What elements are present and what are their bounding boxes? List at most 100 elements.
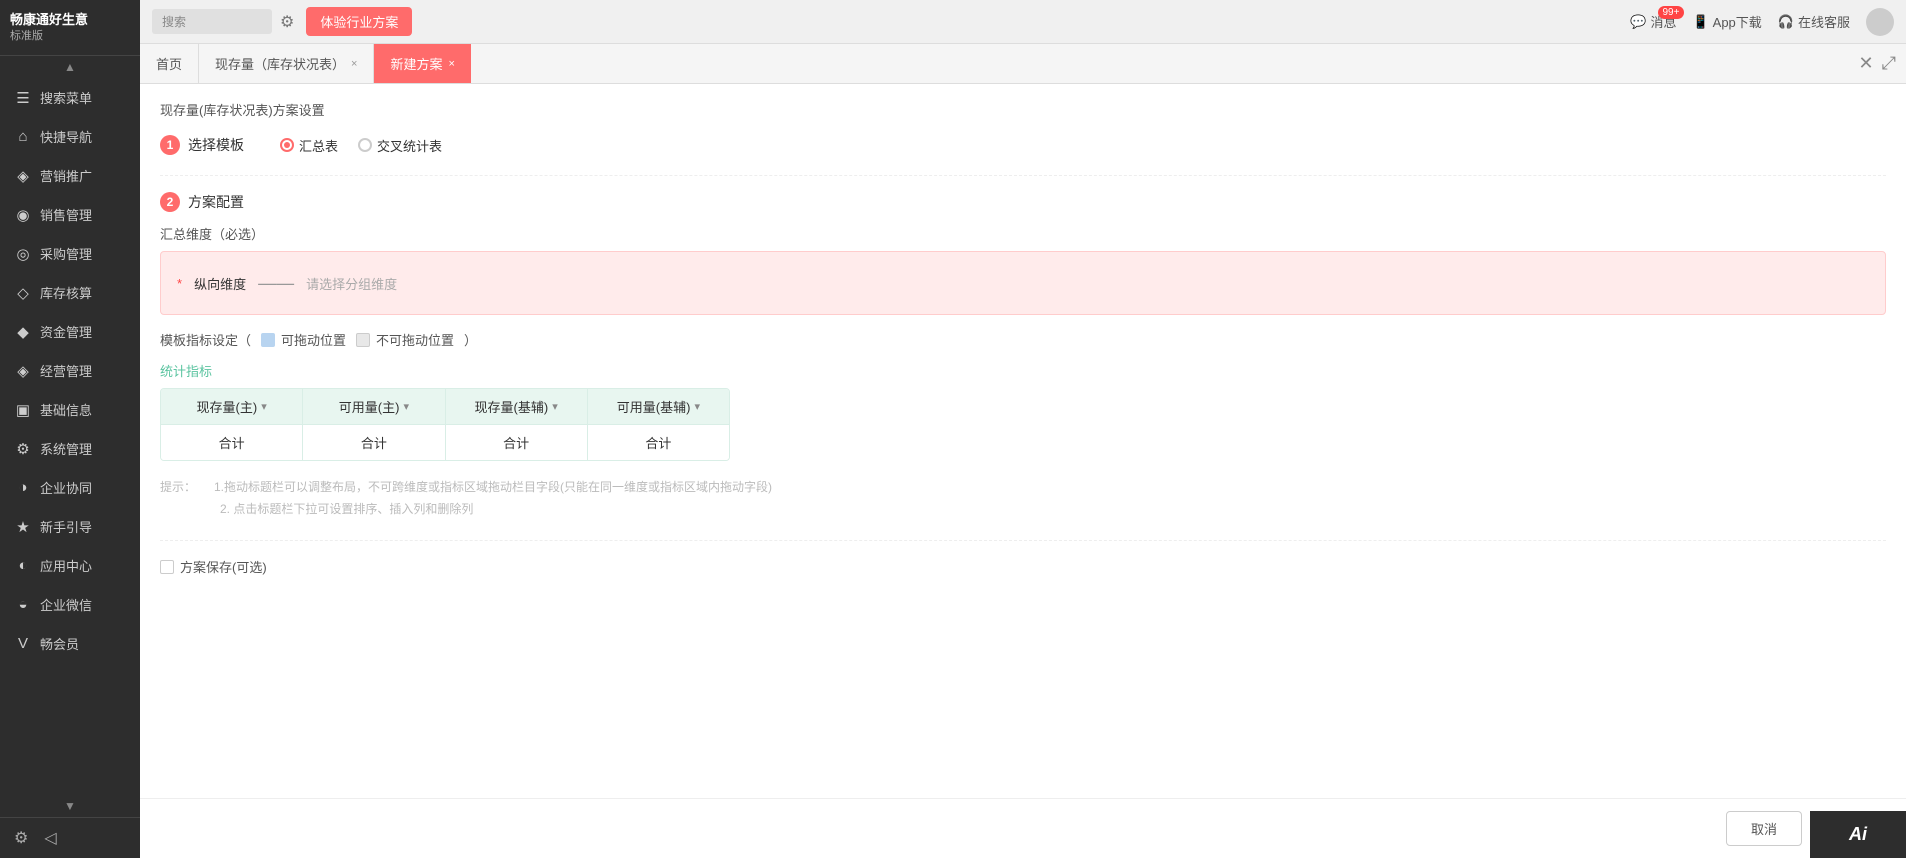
app-download-label: App下载 bbox=[1713, 12, 1762, 31]
tab-home-label: 首页 bbox=[156, 54, 182, 73]
radio-summary[interactable]: 汇总表 bbox=[280, 136, 338, 155]
sidebar-icon-3: ◉ bbox=[14, 206, 32, 224]
dimension-label: 汇总维度（必选） bbox=[160, 224, 1886, 243]
sidebar-label-9: 系统管理 bbox=[40, 439, 92, 458]
tips-tip2: 2. 点击标题栏下拉可设置排序、插入列和删除列 bbox=[160, 499, 1886, 521]
radio-summary-circle bbox=[280, 138, 294, 152]
sidebar-item-0[interactable]: ☰ 搜索菜单 bbox=[0, 78, 140, 117]
sidebar-item-7[interactable]: ◈经营管理 bbox=[0, 351, 140, 390]
sidebar-icon-14: V bbox=[14, 635, 32, 652]
radio-cross-circle bbox=[358, 138, 372, 152]
sidebar-icon-10: ◑ bbox=[14, 479, 32, 496]
stats-cell-0-2: 合计 bbox=[446, 425, 588, 460]
sidebar-item-3[interactable]: ◉销售管理 bbox=[0, 195, 140, 234]
stats-col-1-label: 可用量(主) bbox=[339, 397, 400, 416]
sidebar-icon-4: ◎ bbox=[14, 245, 32, 263]
sidebar-item-2[interactable]: ◈营销推广 bbox=[0, 156, 140, 195]
scroll-up-arrow[interactable]: ▲ bbox=[0, 56, 140, 78]
sidebar-icon-9: ⚙ bbox=[14, 440, 32, 458]
sidebar-label-8: 基础信息 bbox=[40, 400, 92, 419]
sidebar-label-11: 新手引导 bbox=[40, 517, 92, 536]
sidebar-footer: ⚙ ◁ bbox=[0, 817, 140, 858]
stats-col-2[interactable]: 现存量(基辅) ▾ bbox=[446, 389, 588, 424]
sidebar-icon-6: ◆ bbox=[14, 323, 32, 341]
customer-service-label: 在线客服 bbox=[1798, 12, 1850, 31]
step2-section: 2 方案配置 汇总维度（必选） * 纵向维度 —— 请选择分组维度 模板指标设定… bbox=[160, 192, 1886, 520]
tips-section: 提示： 1.拖动标题栏可以调整布局，不可跨维度或指标区域拖动栏目字段(只能在同一… bbox=[160, 477, 1886, 520]
message-icon: 💬 bbox=[1630, 14, 1646, 30]
sidebar-label-14: 畅会员 bbox=[40, 634, 79, 653]
stats-col-0-label: 现存量(主) bbox=[197, 397, 258, 416]
dimension-dash: —— bbox=[258, 273, 294, 294]
sidebar-item-9[interactable]: ⚙ 系统管理 bbox=[0, 429, 140, 468]
step2-label: 方案配置 bbox=[188, 192, 244, 212]
sidebar-item-13[interactable]: ◒企业微信 bbox=[0, 585, 140, 624]
stats-col-3[interactable]: 可用量(基辅) ▾ bbox=[588, 389, 729, 424]
app-download-item[interactable]: 📱 App下载 bbox=[1692, 12, 1761, 31]
stats-col-2-label: 现存量(基辅) bbox=[475, 397, 549, 416]
step2-badge: 2 bbox=[160, 192, 180, 212]
sidebar-icon-1: ⌂ bbox=[14, 128, 32, 145]
scroll-down-arrow[interactable]: ▼ bbox=[0, 795, 140, 817]
sidebar-label-5: 库存核算 bbox=[40, 283, 92, 302]
save-checkbox[interactable] bbox=[160, 560, 174, 574]
sidebar-item-6[interactable]: ◆资金管理 bbox=[0, 312, 140, 351]
sidebar-nav: ☰ 搜索菜单 ⌂快捷导航◈营销推广◉销售管理 ◎ 采购管理 ◇库存核算◆资金管理◈经营管理… bbox=[0, 78, 140, 795]
stats-row-0: 合计 合计 合计 合计 bbox=[161, 424, 729, 460]
search-box: 搜索 bbox=[152, 9, 272, 34]
sidebar-icon-12: ◐ bbox=[14, 557, 32, 574]
tab-home[interactable]: 首页 bbox=[140, 44, 199, 83]
collapse-icon[interactable]: ◁ bbox=[44, 828, 56, 848]
tab-expand-icon[interactable]: ⤢ bbox=[1882, 53, 1896, 74]
message-item[interactable]: 💬 消息 99+ bbox=[1630, 12, 1676, 31]
step2-header: 2 方案配置 bbox=[160, 192, 1886, 212]
save-row: 方案保存(可选) bbox=[160, 557, 1886, 576]
stats-table-header: 现存量(主) ▾ 可用量(主) ▾ 现存量(基辅) ▾ 可用量(基辅) ▾ bbox=[161, 389, 729, 424]
app-logo: 畅康通好生意 标准版 bbox=[0, 0, 140, 56]
stats-col-1-arrow: ▾ bbox=[403, 400, 409, 413]
customer-service-icon: 🎧 bbox=[1778, 14, 1794, 30]
message-badge: 99+ bbox=[1658, 6, 1685, 19]
tab-new-plan-close[interactable]: × bbox=[448, 58, 454, 70]
stats-table: 现存量(主) ▾ 可用量(主) ▾ 现存量(基辅) ▾ 可用量(基辅) ▾ bbox=[160, 388, 730, 461]
trial-button[interactable]: 体验行业方案 bbox=[306, 7, 412, 36]
tab-close-icon[interactable]: ✕ bbox=[1859, 53, 1874, 74]
sidebar-item-10[interactable]: ◑企业协同 bbox=[0, 468, 140, 507]
indicator-suffix: ） bbox=[464, 330, 477, 349]
tab-actions: ✕ ⤢ bbox=[1849, 53, 1906, 74]
stats-col-1[interactable]: 可用量(主) ▾ bbox=[303, 389, 445, 424]
page-title: 现存量(库存状况表)方案设置 bbox=[160, 100, 1886, 119]
cancel-button[interactable]: 取消 bbox=[1726, 811, 1802, 846]
sidebar-label-4: 采购管理 bbox=[40, 244, 92, 263]
sidebar-label-12: 应用中心 bbox=[40, 556, 92, 575]
sidebar-icon-0: ☰ bbox=[14, 89, 32, 107]
dimension-box[interactable]: * 纵向维度 —— 请选择分组维度 bbox=[160, 251, 1886, 315]
step1-badge: 1 bbox=[160, 135, 180, 155]
tab-new-plan[interactable]: 新建方案 × bbox=[374, 44, 470, 83]
template-radio-group: 汇总表 交叉统计表 bbox=[280, 136, 442, 155]
sidebar-item-5[interactable]: ◇库存核算 bbox=[0, 273, 140, 312]
tab-inventory[interactable]: 现存量（库存状况表） × bbox=[199, 44, 374, 83]
sidebar-item-12[interactable]: ◐ 应用中心 bbox=[0, 546, 140, 585]
ai-label: Ai bbox=[1849, 824, 1867, 845]
radio-summary-label: 汇总表 bbox=[299, 136, 338, 155]
sidebar-item-1[interactable]: ⌂快捷导航 bbox=[0, 117, 140, 156]
page-content: 现存量(库存状况表)方案设置 1 选择模板 汇总表 交叉统计表 bbox=[140, 84, 1906, 798]
customer-service-item[interactable]: 🎧 在线客服 bbox=[1778, 12, 1850, 31]
main-area: 搜索 ⚙ 体验行业方案 💬 消息 99+ 📱 App下载 🎧 在线客服 首页 bbox=[140, 0, 1906, 858]
stats-cell-0-0: 合计 bbox=[161, 425, 303, 460]
sidebar-item-14[interactable]: V 畅会员 bbox=[0, 624, 140, 663]
ai-panel[interactable]: Ai bbox=[1810, 811, 1906, 858]
radio-cross[interactable]: 交叉统计表 bbox=[358, 136, 442, 155]
settings-icon[interactable]: ⚙ bbox=[280, 12, 294, 32]
draggable-label: 可拖动位置 bbox=[281, 330, 346, 349]
user-avatar[interactable] bbox=[1866, 8, 1894, 36]
settings-icon[interactable]: ⚙ bbox=[14, 828, 28, 848]
sidebar-label-0: 搜索菜单 bbox=[40, 88, 92, 107]
sidebar-item-8[interactable]: ▣基础信息 bbox=[0, 390, 140, 429]
sidebar-item-4[interactable]: ◎ 采购管理 bbox=[0, 234, 140, 273]
stats-col-0[interactable]: 现存量(主) ▾ bbox=[161, 389, 303, 424]
tab-inventory-close[interactable]: × bbox=[351, 58, 357, 70]
dimension-placeholder: 请选择分组维度 bbox=[306, 274, 397, 293]
sidebar-item-11[interactable]: ★新手引导 bbox=[0, 507, 140, 546]
